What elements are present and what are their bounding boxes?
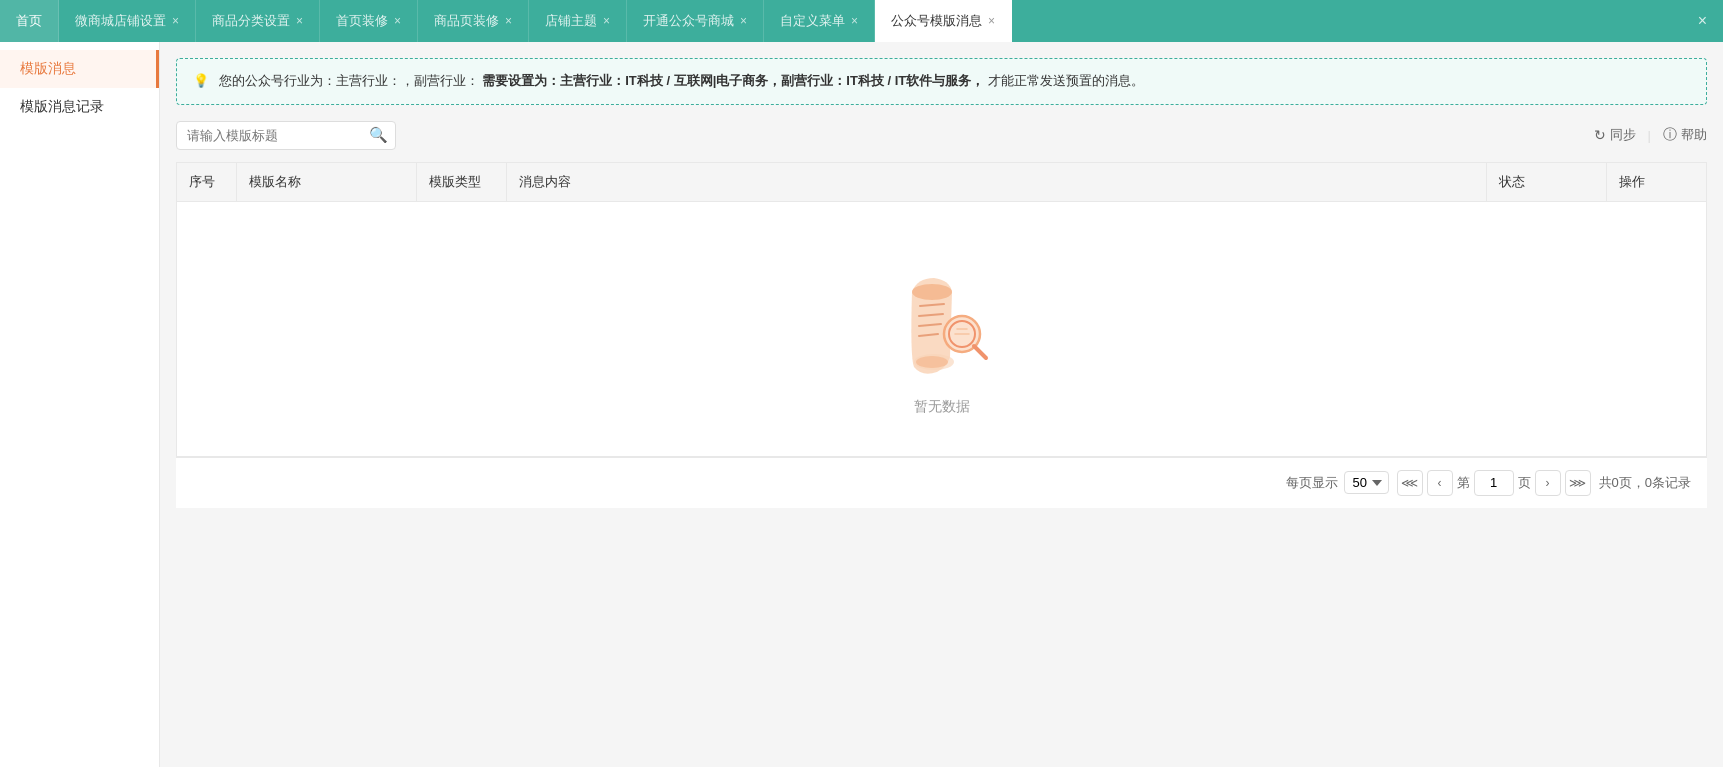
tab-category-close[interactable]: ×: [296, 14, 303, 28]
empty-text: 暂无数据: [914, 398, 970, 416]
tab-theme-label: 店铺主题: [545, 12, 597, 30]
window-close-button[interactable]: ×: [1682, 12, 1723, 30]
tab-template-label: 公众号模版消息: [891, 12, 982, 30]
prev-page-button[interactable]: ‹: [1427, 470, 1453, 496]
page-size-dropdown[interactable]: 50 20 10: [1344, 471, 1389, 494]
tab-category-label: 商品分类设置: [212, 12, 290, 30]
main-layout: 模版消息 模版消息记录 💡 您的公众号行业为：主营行业：，副营行业： 需要设置为…: [0, 42, 1723, 767]
col-action: 操作: [1607, 162, 1707, 201]
search-input-wrap: 🔍: [176, 121, 396, 150]
tab-template-close[interactable]: ×: [988, 14, 995, 28]
svg-line-9: [974, 346, 986, 358]
page-label-after: 页: [1518, 474, 1531, 492]
tab-homepage-close[interactable]: ×: [394, 14, 401, 28]
tab-menu-close[interactable]: ×: [851, 14, 858, 28]
help-button[interactable]: ⓘ 帮助: [1663, 126, 1707, 144]
last-page-icon: ⋙: [1569, 476, 1586, 490]
tab-weshop-close[interactable]: ×: [172, 14, 179, 28]
col-name: 模版名称: [237, 162, 417, 201]
col-type: 模版类型: [417, 162, 507, 201]
tab-product-label: 商品页装修: [434, 12, 499, 30]
col-status: 状态: [1487, 162, 1607, 201]
tab-product-close[interactable]: ×: [505, 14, 512, 28]
toolbar-right: ↻ 同步 | ⓘ 帮助: [1594, 126, 1707, 144]
table-body: 暂无数据: [177, 201, 1707, 456]
sidebar: 模版消息 模版消息记录: [0, 42, 160, 767]
page-nav: ⋘ ‹ 第 页 › ⋙: [1397, 470, 1591, 496]
table-wrapper: 序号 模版名称 模版类型 消息内容 状态 操作: [176, 162, 1707, 457]
empty-illustration: [882, 262, 1002, 382]
content-area: 💡 您的公众号行业为：主营行业：，副营行业： 需要设置为：主营行业：IT科技 /…: [160, 42, 1723, 767]
tab-mall-close[interactable]: ×: [740, 14, 747, 28]
first-page-icon: ⋘: [1401, 476, 1418, 490]
sidebar-item-template-log-label: 模版消息记录: [20, 98, 104, 114]
tab-home[interactable]: 首页: [0, 0, 59, 42]
tab-bar: 首页 微商城店铺设置 × 商品分类设置 × 首页装修 × 商品页装修 × 店铺主…: [0, 0, 1723, 42]
help-label: 帮助: [1681, 126, 1707, 144]
total-info: 共0页，0条记录: [1599, 474, 1691, 492]
svg-point-1: [912, 284, 952, 300]
tab-weshop-label: 微商城店铺设置: [75, 12, 166, 30]
next-page-icon: ›: [1546, 476, 1550, 490]
col-content: 消息内容: [507, 162, 1487, 201]
table-header: 序号 模版名称 模版类型 消息内容 状态 操作: [177, 162, 1707, 201]
prev-page-icon: ‹: [1438, 476, 1442, 490]
sidebar-item-template-msg-label: 模版消息: [20, 60, 76, 76]
page-label-before: 第: [1457, 474, 1470, 492]
notice-text-prefix: 您的公众号行业为：主营行业：，副营行业：: [219, 73, 479, 88]
tab-category[interactable]: 商品分类设置 ×: [196, 0, 320, 42]
notice-icon: 💡: [193, 73, 209, 88]
page-size-label: 每页显示: [1286, 474, 1338, 492]
tab-homepage-label: 首页装修: [336, 12, 388, 30]
svg-point-2: [916, 356, 948, 368]
tab-mall-label: 开通公众号商城: [643, 12, 734, 30]
sync-label: 同步: [1610, 126, 1636, 144]
last-page-button[interactable]: ⋙: [1565, 470, 1591, 496]
sidebar-item-template-msg[interactable]: 模版消息: [0, 50, 159, 88]
tab-product[interactable]: 商品页装修 ×: [418, 0, 529, 42]
next-page-button[interactable]: ›: [1535, 470, 1561, 496]
notice-text-suffix: 才能正常发送预置的消息。: [988, 73, 1144, 88]
tab-homepage[interactable]: 首页装修 ×: [320, 0, 418, 42]
tab-mall[interactable]: 开通公众号商城 ×: [627, 0, 764, 42]
page-input[interactable]: [1474, 470, 1514, 496]
tab-theme[interactable]: 店铺主题 ×: [529, 0, 627, 42]
page-size-select: 每页显示 50 20 10: [1286, 471, 1389, 494]
tab-weshop[interactable]: 微商城店铺设置 ×: [59, 0, 196, 42]
toolbar-divider: |: [1648, 128, 1651, 143]
search-icon[interactable]: 🔍: [369, 126, 388, 144]
col-index: 序号: [177, 162, 237, 201]
tab-menu[interactable]: 自定义菜单 ×: [764, 0, 875, 42]
notice-highlight: 需要设置为：主营行业：IT科技 / 互联网|电子商务，副营行业：IT科技 / I…: [482, 73, 984, 88]
search-bar: 🔍 ↻ 同步 | ⓘ 帮助: [176, 121, 1707, 150]
sync-button[interactable]: ↻ 同步: [1594, 126, 1636, 144]
sidebar-item-template-log[interactable]: 模版消息记录: [0, 88, 159, 126]
first-page-button[interactable]: ⋘: [1397, 470, 1423, 496]
help-icon: ⓘ: [1663, 126, 1677, 144]
notice-box: 💡 您的公众号行业为：主营行业：，副营行业： 需要设置为：主营行业：IT科技 /…: [176, 58, 1707, 105]
tab-theme-close[interactable]: ×: [603, 14, 610, 28]
data-table: 序号 模版名称 模版类型 消息内容 状态 操作: [176, 162, 1707, 457]
sync-icon: ↻: [1594, 127, 1606, 143]
empty-state: 暂无数据: [177, 202, 1706, 456]
tab-menu-label: 自定义菜单: [780, 12, 845, 30]
tab-template[interactable]: 公众号模版消息 ×: [875, 0, 1012, 42]
pagination: 每页显示 50 20 10 ⋘ ‹ 第 页 ›: [176, 457, 1707, 508]
tab-home-label: 首页: [16, 12, 42, 30]
search-input[interactable]: [176, 121, 396, 150]
